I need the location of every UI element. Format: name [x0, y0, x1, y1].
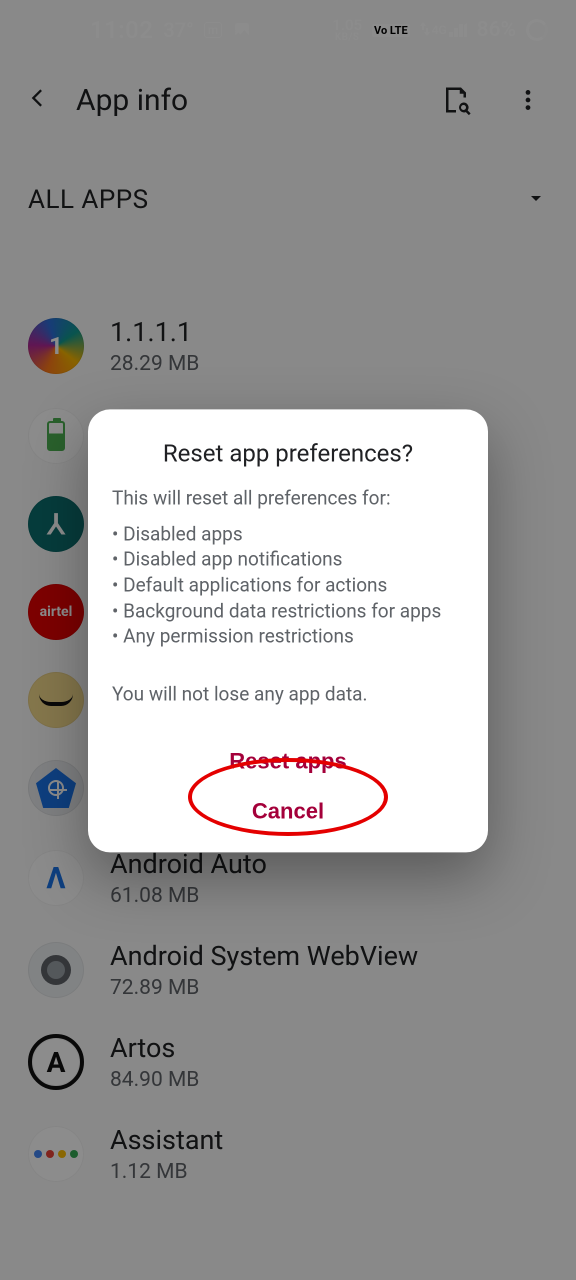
dialog-bullet: Default applications for actions: [112, 572, 464, 598]
dialog-bullet: Any permission restrictions: [112, 624, 464, 650]
reset-apps-button[interactable]: Reset apps: [229, 749, 346, 775]
dialog-body: This will reset all preferences for: Dis…: [112, 485, 464, 706]
dialog-note: You will not lose any app data.: [112, 681, 464, 707]
dialog-buttons: Reset apps Cancel: [112, 749, 464, 833]
dialog-bullet: Background data restrictions for apps: [112, 598, 464, 624]
dialog-bullet: Disabled apps: [112, 521, 464, 547]
dialog-bullet-list: Disabled apps Disabled app notifications…: [112, 521, 464, 649]
screen: 11:02 37° m 1.05 KB/S Vo LTE 4G: [0, 0, 576, 1280]
dialog-intro: This will reset all preferences for:: [112, 485, 464, 511]
dialog-bullet: Disabled app notifications: [112, 547, 464, 573]
cancel-button[interactable]: Cancel: [252, 799, 324, 825]
reset-app-preferences-dialog: Reset app preferences? This will reset a…: [88, 409, 488, 852]
dialog-title: Reset app preferences?: [112, 439, 464, 467]
